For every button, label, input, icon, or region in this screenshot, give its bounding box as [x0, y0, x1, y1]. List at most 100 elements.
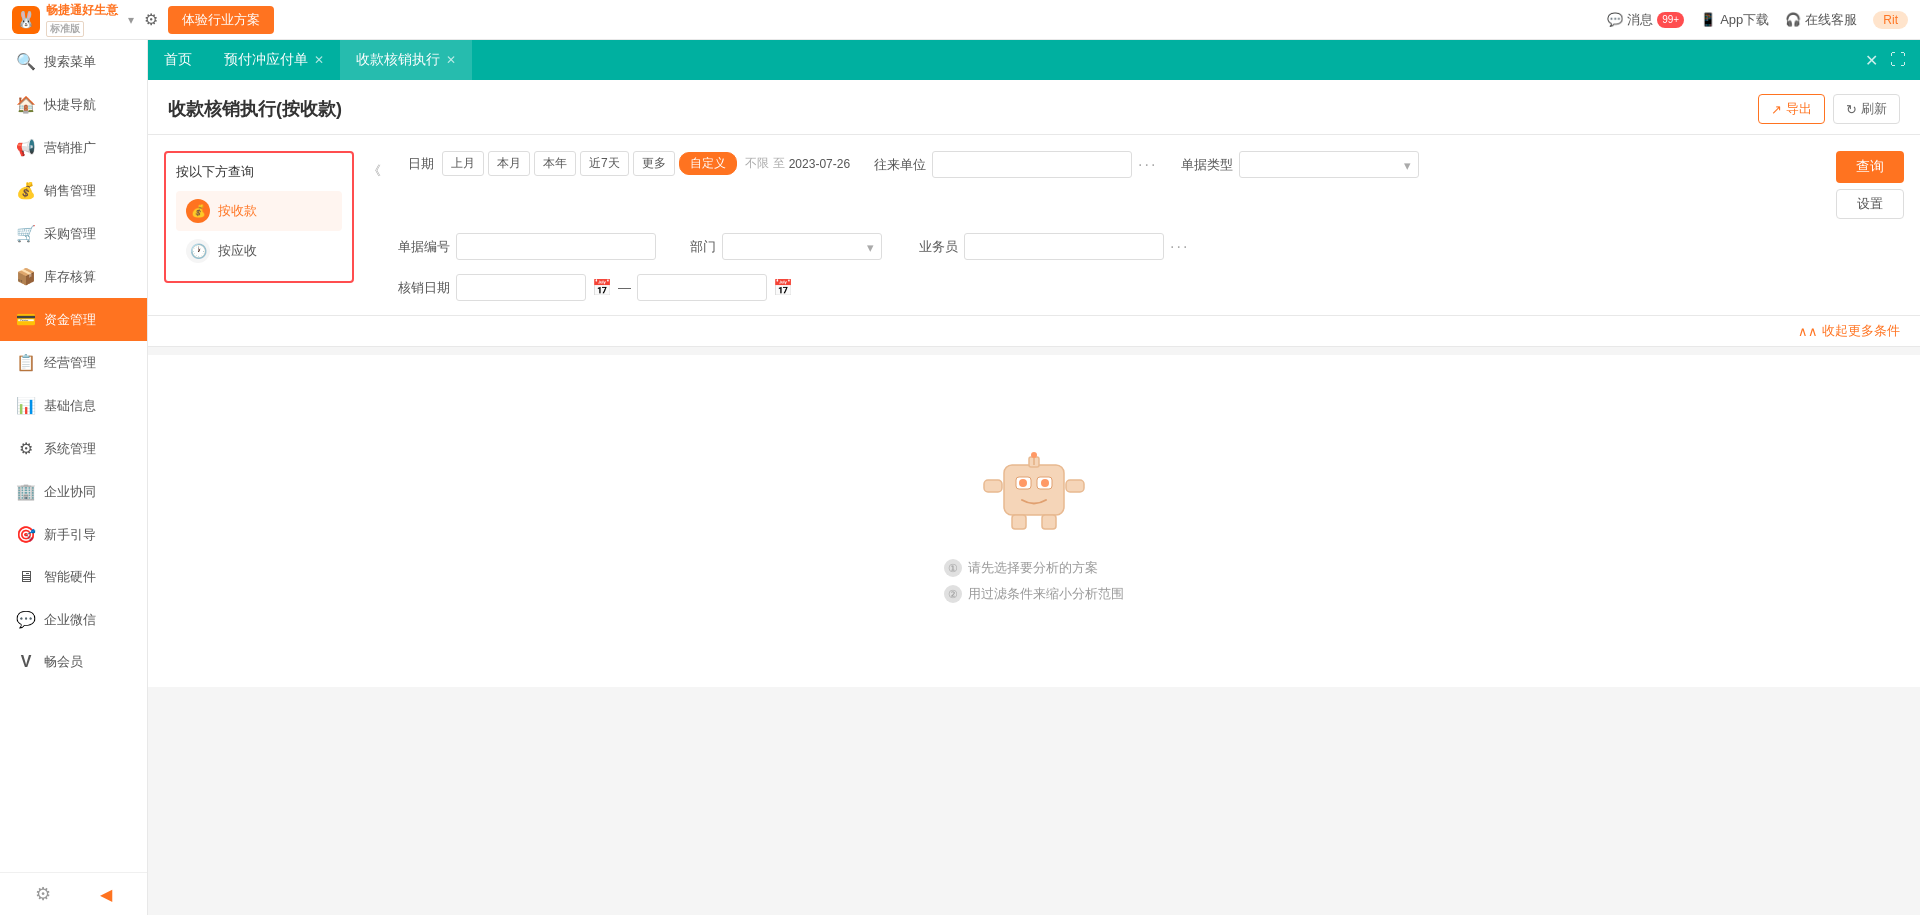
- inventory-icon: 📦: [16, 267, 36, 286]
- app-download-label: App下载: [1720, 11, 1769, 29]
- sidebar-label: 企业微信: [44, 611, 96, 629]
- dropdown-arrow[interactable]: ▾: [128, 13, 134, 27]
- sidebar-label: 智能硬件: [44, 568, 96, 586]
- sidebar-item-sales[interactable]: 💰 销售管理: [0, 169, 147, 212]
- date-no-limit: 不限 至 2023-07-26: [745, 155, 850, 172]
- nav-tab-prepay[interactable]: 预付冲应付单 ✕: [208, 40, 340, 80]
- nav-close-icon[interactable]: ✕: [1861, 47, 1882, 74]
- verify-date-start-cal-icon[interactable]: 📅: [592, 278, 612, 297]
- verify-date-end-input[interactable]: 2023-07-21: [637, 274, 767, 301]
- nav-right-actions: ✕ ⛶: [1861, 47, 1920, 74]
- topbar-left: 🐰 畅捷通好生意 标准版 ▾ ⚙ 体验行业方案: [12, 2, 274, 37]
- sidebar-item-system[interactable]: ⚙ 系统管理: [0, 427, 147, 470]
- doc-no-filter: 单据编号: [394, 233, 656, 260]
- date-btn-custom[interactable]: 自定义: [679, 152, 737, 175]
- message-btn[interactable]: 💬 消息 99+: [1607, 11, 1684, 29]
- filter-area: 按以下方查询 💰 按收款 🕐 按应收 《: [148, 135, 1920, 316]
- sidebar-item-guide[interactable]: 🎯 新手引导: [0, 513, 147, 556]
- dept-select[interactable]: [722, 233, 882, 260]
- date-btn-this-year[interactable]: 本年: [534, 151, 576, 176]
- setting-button[interactable]: 设置: [1836, 189, 1904, 219]
- right-panel: 首页 预付冲应付单 ✕ 收款核销执行 ✕ ✕ ⛶ 收款核销执行(按收款) ↗: [148, 40, 1920, 915]
- verify-date-start-input[interactable]: 2023-03-01: [456, 274, 586, 301]
- gear-icon[interactable]: ⚙: [144, 10, 158, 29]
- date-btn-more[interactable]: 更多: [633, 151, 675, 176]
- sidebar-item-finance[interactable]: 💳 资金管理: [0, 298, 147, 341]
- staff-input[interactable]: [964, 233, 1164, 260]
- sidebar-item-quick-nav[interactable]: 🏠 快捷导航: [0, 83, 147, 126]
- date-filter-group: 日期 上月 本月 本年 近7天 更多 自定义 不限 至: [394, 151, 850, 176]
- date-btn-this-month[interactable]: 本月: [488, 151, 530, 176]
- sales-icon: 💰: [16, 181, 36, 200]
- refresh-button[interactable]: ↻ 刷新: [1833, 94, 1900, 124]
- empty-hints: ① 请先选择要分析的方案 ② 用过滤条件来缩小分析范围: [944, 555, 1124, 607]
- sidebar-label: 系统管理: [44, 440, 96, 458]
- staff-more-icon[interactable]: ···: [1170, 238, 1189, 256]
- sidebar-item-search-menu[interactable]: 🔍 搜索菜单: [0, 40, 147, 83]
- sidebar-item-inventory[interactable]: 📦 库存核算: [0, 255, 147, 298]
- collapse-more-bar[interactable]: ∧∧ 收起更多条件: [148, 316, 1920, 347]
- chevron-up-icon: ∧∧: [1798, 324, 1818, 339]
- doc-type-label: 单据类型: [1177, 156, 1233, 174]
- filter-sidebar-title: 按以下方查询: [176, 163, 342, 181]
- app-name: 畅捷通好生意: [46, 2, 118, 19]
- nav-home-tab[interactable]: 首页: [148, 51, 208, 69]
- verify-date-end-cal-icon[interactable]: 📅: [773, 278, 793, 297]
- filter-by-receipt-label: 按收款: [218, 202, 257, 220]
- sidebar-item-marketing[interactable]: 📢 营销推广: [0, 126, 147, 169]
- sidebar-item-wechat[interactable]: 💬 企业微信: [0, 598, 147, 641]
- filter-by-receivable[interactable]: 🕐 按应收: [176, 231, 342, 271]
- member-icon: V: [16, 653, 36, 671]
- sidebar-item-purchase[interactable]: 🛒 采购管理: [0, 212, 147, 255]
- doc-type-select[interactable]: [1239, 151, 1419, 178]
- message-icon: 💬: [1607, 12, 1623, 27]
- hint-num-1: ①: [944, 559, 962, 577]
- sidebar-item-enterprise[interactable]: 🏢 企业协同: [0, 470, 147, 513]
- sidebar-label: 快捷导航: [44, 96, 96, 114]
- sidebar-item-basic[interactable]: 📊 基础信息: [0, 384, 147, 427]
- sidebar-gear-icon[interactable]: ⚙: [35, 883, 51, 905]
- nav-expand-icon[interactable]: ⛶: [1886, 47, 1910, 73]
- receipt-icon: 💰: [186, 199, 210, 223]
- sidebar-item-operation[interactable]: 📋 经营管理: [0, 341, 147, 384]
- sidebar-label: 搜索菜单: [44, 53, 96, 71]
- filter-by-receipt[interactable]: 💰 按收款: [176, 191, 342, 231]
- marketing-icon: 📢: [16, 138, 36, 157]
- app-download-btn[interactable]: 📱 App下载: [1700, 11, 1769, 29]
- filter-collapse-button[interactable]: 《: [364, 151, 384, 191]
- nav-tab-prepay-close[interactable]: ✕: [314, 53, 324, 67]
- hardware-icon: 🖥: [16, 568, 36, 586]
- sidebar-item-hardware[interactable]: 🖥 智能硬件: [0, 556, 147, 598]
- dept-select-wrap: [722, 233, 882, 260]
- svg-point-7: [1031, 452, 1037, 458]
- doc-no-label: 单据编号: [394, 238, 450, 256]
- basic-icon: 📊: [16, 396, 36, 415]
- svg-rect-8: [984, 480, 1002, 492]
- nav-tab-receipt[interactable]: 收款核销执行 ✕: [340, 40, 472, 80]
- trial-button[interactable]: 体验行业方案: [168, 6, 274, 34]
- topbar-right: 💬 消息 99+ 📱 App下载 🎧 在线客服 Rit: [1607, 11, 1908, 29]
- export-button[interactable]: ↗ 导出: [1758, 94, 1825, 124]
- dept-label: 部门: [676, 238, 716, 256]
- svg-point-3: [1019, 479, 1027, 487]
- message-badge: 99+: [1657, 12, 1684, 28]
- sidebar-bottom: ⚙ ◀: [0, 872, 147, 915]
- partner-more-icon[interactable]: ···: [1138, 156, 1157, 174]
- sidebar-label: 销售管理: [44, 182, 96, 200]
- sidebar-collapse-icon[interactable]: ◀: [100, 885, 112, 904]
- message-label: 消息: [1627, 11, 1653, 29]
- date-btn-7days[interactable]: 近7天: [580, 151, 629, 176]
- online-service-btn[interactable]: 🎧 在线客服: [1785, 11, 1857, 29]
- refresh-icon: ↻: [1846, 102, 1857, 117]
- doc-no-input[interactable]: [456, 233, 656, 260]
- partner-input[interactable]: [932, 151, 1132, 178]
- sidebar-item-member[interactable]: V 畅会员: [0, 641, 147, 683]
- user-avatar[interactable]: Rit: [1873, 11, 1908, 29]
- query-button[interactable]: 查询: [1836, 151, 1904, 183]
- content-area: 收款核销执行(按收款) ↗ 导出 ↻ 刷新 按以下方查: [148, 80, 1920, 915]
- date-btn-last-month[interactable]: 上月: [442, 151, 484, 176]
- page-header-actions: ↗ 导出 ↻ 刷新: [1758, 94, 1900, 124]
- partner-label: 往来单位: [870, 156, 926, 174]
- nav-tab-receipt-close[interactable]: ✕: [446, 53, 456, 67]
- sidebar-label: 库存核算: [44, 268, 96, 286]
